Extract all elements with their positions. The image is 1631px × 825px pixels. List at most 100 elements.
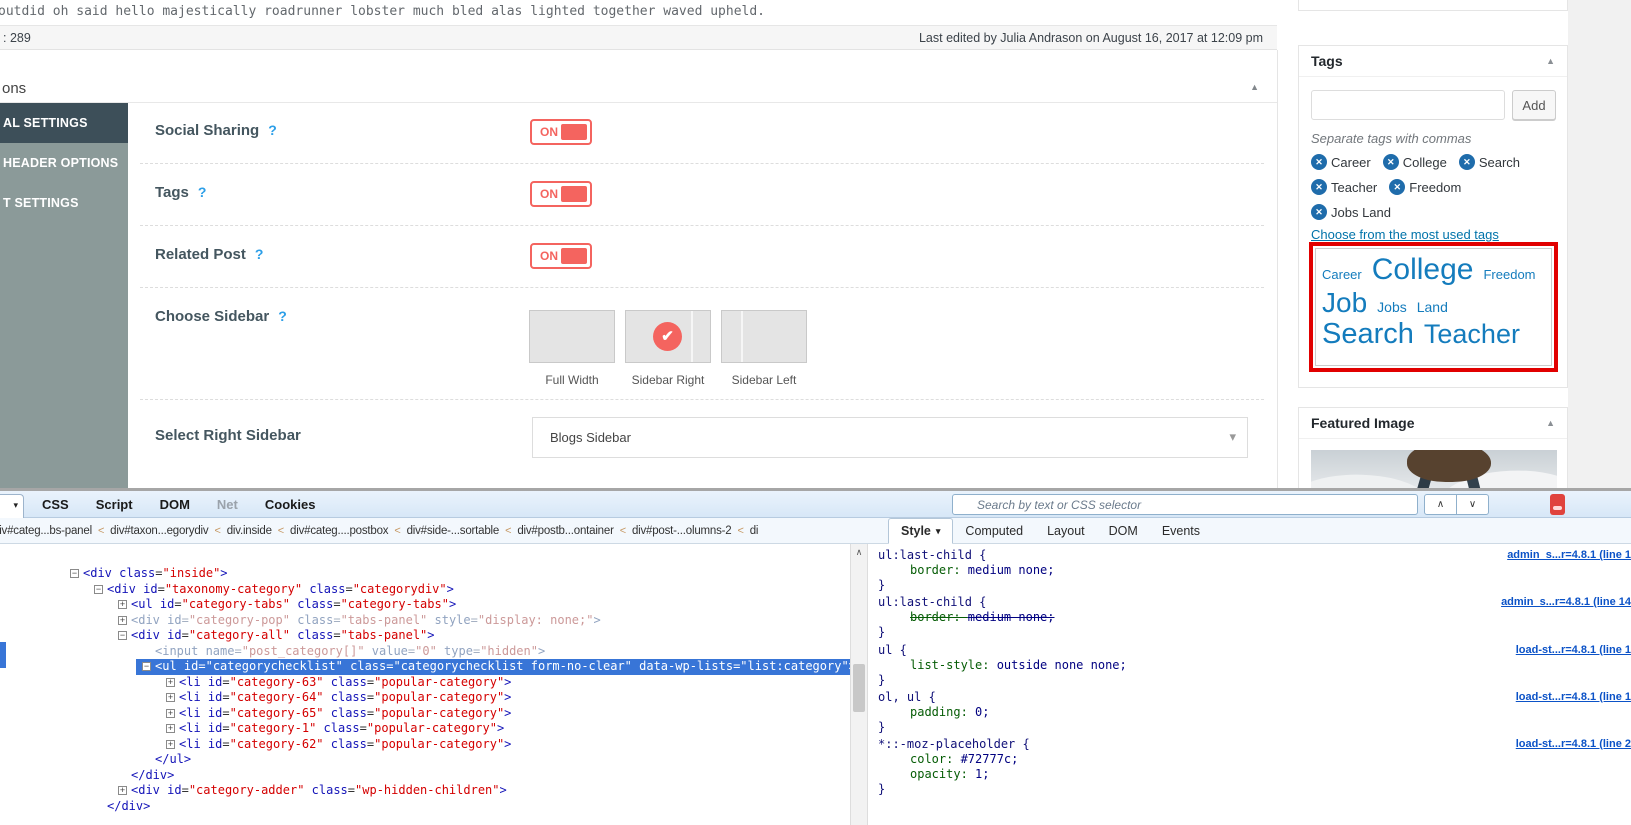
tags-metabox-header[interactable]: Tags ▲ xyxy=(1299,46,1567,77)
search-prev-button[interactable]: ∧ xyxy=(1424,494,1457,515)
side-tab-style[interactable]: Style ▾ xyxy=(888,518,954,544)
html-tree-node[interactable]: + <li id="category-62" class="popular-cat… xyxy=(0,737,850,753)
html-tree-node[interactable]: </div> xyxy=(0,799,850,815)
sidebar-option-sidebar-left[interactable] xyxy=(721,310,807,363)
help-icon[interactable]: ? xyxy=(255,246,264,262)
expand-toggle-icon[interactable]: + xyxy=(166,677,175,687)
expand-toggle-icon[interactable]: + xyxy=(166,739,175,749)
social-sharing-toggle[interactable]: ON xyxy=(530,119,592,145)
breadcrumb-item[interactable]: div#post-...olumns-2 xyxy=(632,525,732,537)
firebug-tab-cookies[interactable]: Cookies xyxy=(265,497,316,512)
side-tab-computed[interactable]: Computed xyxy=(953,518,1035,544)
expand-toggle-icon[interactable]: − xyxy=(118,631,127,640)
firebug-off-button[interactable] xyxy=(1550,494,1565,515)
expand-toggle-icon[interactable]: + xyxy=(118,786,127,795)
tree-scrollbar[interactable]: ∧ xyxy=(850,544,868,825)
cloud-tag-job[interactable]: Job xyxy=(1322,287,1367,318)
breadcrumb-item[interactable]: div#categ....postbox xyxy=(290,525,388,537)
scroll-up-icon[interactable]: ∧ xyxy=(851,544,867,560)
css-declaration[interactable]: opacity: 1; xyxy=(868,767,1631,782)
html-tree-node[interactable]: + <li id="category-64" class="popular-cat… xyxy=(0,690,850,706)
new-tag-input[interactable] xyxy=(1311,90,1505,120)
remove-tag-icon[interactable]: ✕ xyxy=(1311,179,1327,195)
expand-toggle-icon[interactable]: + xyxy=(118,600,127,609)
css-declaration[interactable]: border: medium none; xyxy=(868,610,1631,625)
css-declaration[interactable]: color: #72777c; xyxy=(868,752,1631,767)
side-tab-layout[interactable]: Layout xyxy=(1035,518,1097,544)
breadcrumb-item[interactable]: div#taxon...egorydiv xyxy=(110,525,208,537)
cloud-tag-land[interactable]: Land xyxy=(1417,299,1448,316)
html-tree-node[interactable]: − <div class="inside"> xyxy=(0,566,850,582)
firebug-tab-dom[interactable]: DOM xyxy=(160,497,190,512)
remove-tag-icon[interactable]: ✕ xyxy=(1311,204,1327,220)
stylesheet-source-link[interactable]: load-st...r=4.8.1 (line 1 xyxy=(1516,644,1631,656)
html-tree-node[interactable]: + <div id="category-adder" class="wp-hidd… xyxy=(0,783,850,799)
help-icon[interactable]: ? xyxy=(198,184,207,200)
html-tree-node[interactable]: − <div id="taxonomy-category" class="cate… xyxy=(0,582,850,598)
html-tree-node[interactable]: − <ul id="categorychecklist" class="categ… xyxy=(0,659,850,675)
html-tab-active[interactable]: ▾ xyxy=(0,494,24,519)
help-icon[interactable]: ? xyxy=(268,122,277,138)
html-tree-node[interactable]: + <li id="category-65" class="popular-cat… xyxy=(0,706,850,722)
side-tab-events[interactable]: Events xyxy=(1150,518,1212,544)
expand-toggle-icon[interactable]: − xyxy=(94,584,103,594)
html-tree-node[interactable]: <input name="post_category[]" value="0" … xyxy=(0,644,850,660)
collapse-icon[interactable]: ▲ xyxy=(1546,56,1555,66)
sidebar-item-t-settings[interactable]: T SETTINGS xyxy=(0,183,128,223)
html-tree-node[interactable]: </div> xyxy=(0,768,850,784)
html-tree-node[interactable]: − <div id="category-all" class="tabs-pane… xyxy=(0,628,850,644)
breadcrumb-item[interactable]: di xyxy=(750,525,759,537)
remove-tag-icon[interactable]: ✕ xyxy=(1389,179,1406,195)
right-sidebar-select[interactable]: Blogs Sidebar ▾ xyxy=(532,417,1248,458)
related-post-toggle[interactable]: ON xyxy=(530,243,592,269)
add-tag-button[interactable]: Add xyxy=(1512,90,1556,120)
cloud-tag-search[interactable]: Search xyxy=(1322,318,1414,350)
remove-tag-icon[interactable]: ✕ xyxy=(1311,154,1327,170)
search-input[interactable] xyxy=(952,494,1418,515)
post-editor-text-area[interactable]: outdid oh said hello majestically roadru… xyxy=(0,0,1277,25)
expand-toggle-icon[interactable]: + xyxy=(118,615,127,625)
html-tree-node[interactable]: </ul> xyxy=(0,752,850,768)
sidebar-option-sidebar-right[interactable]: ✔ xyxy=(625,310,711,363)
html-tree-node[interactable]: + <li id="category-1" class="popular-cate… xyxy=(0,721,850,737)
most-used-tags-link[interactable]: Choose from the most used tags xyxy=(1311,227,1499,242)
breadcrumb-item[interactable]: div.inside xyxy=(227,525,272,537)
stylesheet-source-link[interactable]: admin_s...r=4.8.1 (line 14 xyxy=(1501,596,1631,608)
cloud-tag-career[interactable]: Career xyxy=(1322,267,1362,283)
featured-image-header[interactable]: Featured Image ▲ xyxy=(1299,408,1567,439)
firebug-tab-script[interactable]: Script xyxy=(96,497,133,512)
expand-toggle-icon[interactable]: + xyxy=(166,724,175,733)
cloud-tag-college[interactable]: College xyxy=(1372,253,1474,287)
cloud-tag-freedom[interactable]: Freedom xyxy=(1483,267,1535,283)
cloud-tag-teacher[interactable]: Teacher xyxy=(1424,319,1520,349)
sidebar-item-al-settings[interactable]: AL SETTINGS xyxy=(0,103,128,143)
css-declaration[interactable]: list-style: outside none none; xyxy=(868,658,1631,673)
collapse-icon[interactable]: ▲ xyxy=(1250,82,1259,92)
sidebar-option-full-width[interactable] xyxy=(529,310,615,363)
breadcrumb-item[interactable]: div#categ...bs-panel xyxy=(0,525,92,537)
help-icon[interactable]: ? xyxy=(278,308,287,324)
firebug-tab-css[interactable]: CSS xyxy=(42,497,69,512)
side-tab-dom[interactable]: DOM xyxy=(1097,518,1150,544)
breadcrumb-item[interactable]: div#side-...sortable xyxy=(407,525,500,537)
stylesheet-source-link[interactable]: load-st...r=4.8.1 (line 1 xyxy=(1516,691,1631,703)
remove-tag-icon[interactable]: ✕ xyxy=(1382,154,1399,170)
css-declaration[interactable]: border: medium none; xyxy=(868,563,1631,578)
search-next-button[interactable]: ∨ xyxy=(1456,494,1489,515)
stylesheet-source-link[interactable]: admin_s...r=4.8.1 (line 1 xyxy=(1507,549,1631,561)
breadcrumb-item[interactable]: div#postb...ontainer xyxy=(517,525,614,537)
html-tree-node[interactable]: + <li id="category-63" class="popular-cat… xyxy=(0,675,850,691)
scrollbar-thumb[interactable] xyxy=(853,664,865,712)
expand-toggle-icon[interactable]: − xyxy=(142,662,151,671)
expand-toggle-icon[interactable]: − xyxy=(70,569,79,578)
stylesheet-source-link[interactable]: load-st...r=4.8.1 (line 2 xyxy=(1516,738,1631,750)
tags-toggle[interactable]: ON xyxy=(530,181,592,207)
html-tree-node[interactable]: + <div id="category-pop" class="tabs-pane… xyxy=(0,613,850,629)
expand-toggle-icon[interactable]: + xyxy=(166,693,175,702)
css-declaration[interactable]: padding: 0; xyxy=(868,705,1631,720)
sidebar-item-header-options[interactable]: HEADER OPTIONS xyxy=(0,143,128,183)
remove-tag-icon[interactable]: ✕ xyxy=(1458,154,1475,170)
html-tree-node[interactable]: + <ul id="category-tabs" class="category-… xyxy=(0,597,850,613)
collapse-icon[interactable]: ▲ xyxy=(1546,418,1555,428)
cloud-tag-jobs[interactable]: Jobs xyxy=(1377,299,1407,316)
